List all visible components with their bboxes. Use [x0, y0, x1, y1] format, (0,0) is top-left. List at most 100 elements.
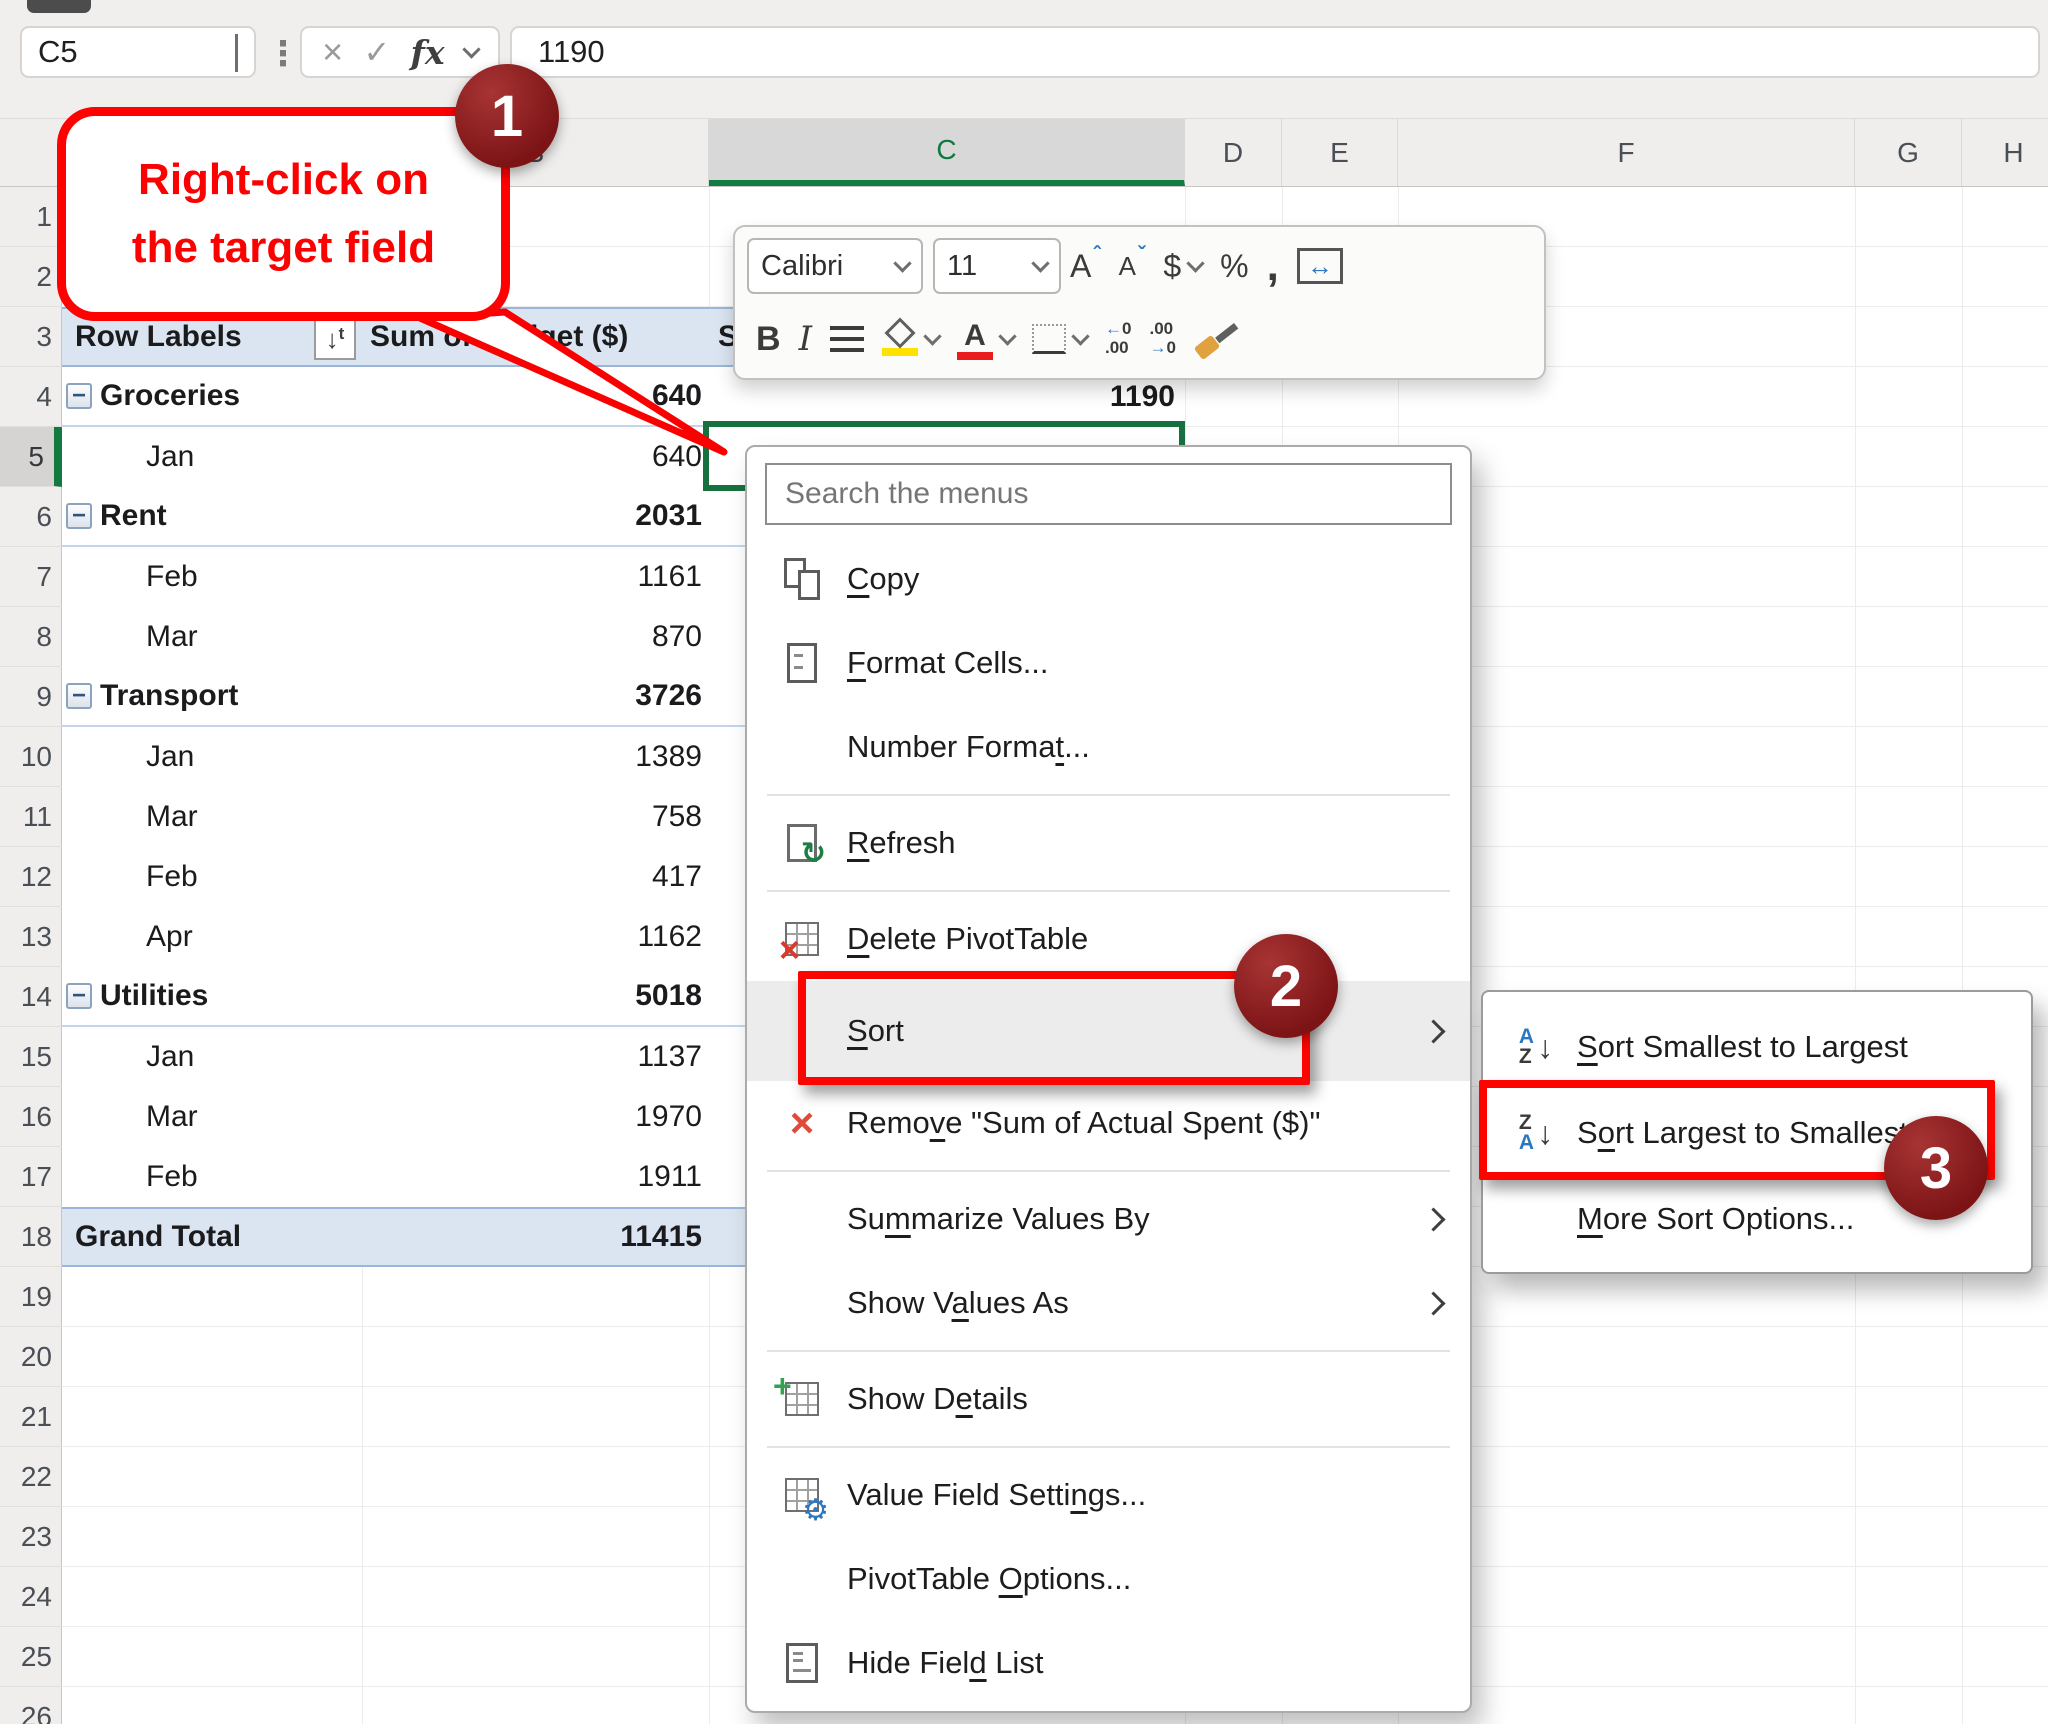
collapse-icon[interactable]: − — [66, 503, 92, 529]
column-header-G[interactable]: G — [1855, 119, 1962, 186]
menu-item-hide-field-list[interactable]: Hide Field List — [747, 1621, 1470, 1705]
row-header-25[interactable]: 25 — [0, 1627, 62, 1687]
column-header-D[interactable]: D — [1185, 119, 1282, 186]
collapse-icon[interactable]: − — [66, 983, 92, 1009]
row-label: Jan — [146, 740, 195, 773]
row-header-12[interactable]: 12 — [0, 847, 62, 907]
budget-value: 11415 — [620, 1220, 702, 1253]
chevron-down-icon[interactable] — [235, 34, 238, 72]
column-header-H[interactable]: H — [1962, 119, 2048, 186]
column-header-C[interactable]: C — [709, 119, 1185, 186]
borders-button[interactable] — [1023, 311, 1096, 367]
italic-button[interactable]: I — [790, 311, 821, 367]
row-header-8[interactable]: 8 — [0, 607, 62, 667]
menu-item-delete-pivottable[interactable]: × Delete PivotTable — [747, 897, 1470, 981]
row-label: Mar — [146, 800, 198, 833]
callout-line1: Right-click on — [138, 154, 429, 204]
menu-item-number-format[interactable]: Number Format... — [747, 705, 1470, 789]
alignment-button[interactable] — [821, 311, 873, 367]
copy-icon — [773, 558, 831, 600]
menu-item-format-cells[interactable]: Format Cells... — [747, 621, 1470, 705]
row-header-23[interactable]: 23 — [0, 1507, 62, 1567]
menu-item-label: Show Values As — [847, 1285, 1069, 1320]
menu-item-label: Value Field Settings... — [847, 1477, 1147, 1512]
budget-value: 1970 — [635, 1100, 702, 1133]
row-label: Jan — [146, 440, 195, 473]
menu-item-summarize-values-by[interactable]: Summarize Values By — [747, 1177, 1470, 1261]
row-header-26[interactable]: 26 — [0, 1687, 62, 1724]
chevron-down-icon — [893, 253, 912, 273]
row-header-19[interactable]: 19 — [0, 1267, 62, 1327]
menu-item-label: Delete PivotTable — [847, 921, 1089, 956]
enter-icon[interactable]: ✓ — [364, 33, 391, 71]
menu-item-label: Sort Smallest to Largest — [1577, 1029, 1908, 1064]
row-label: Transport — [100, 679, 239, 712]
insert-function-icon[interactable]: fx — [411, 33, 445, 72]
row-headers: 1 2 3 4 5 6 7 8 9 10 11 12 13 14 15 16 17 18 19 20 21 22 23 24 2… — [0, 187, 62, 1724]
decrease-font-size-button[interactable]: Aˇ — [1110, 238, 1155, 294]
menu-item-label: Show Details — [847, 1381, 1028, 1416]
budget-value: 2031 — [635, 499, 702, 532]
menu-item-copy[interactable]: Copy — [747, 537, 1470, 621]
row-header-5[interactable]: 5 — [0, 427, 62, 487]
menu-item-refresh[interactable]: ↻ Refresh — [747, 801, 1470, 885]
font-name-combo[interactable]: Calibri — [747, 238, 923, 294]
cancel-icon[interactable]: × — [322, 31, 343, 73]
row-header-13[interactable]: 13 — [0, 907, 62, 967]
row-header-17[interactable]: 17 — [0, 1147, 62, 1207]
row-header-22[interactable]: 22 — [0, 1447, 62, 1507]
fill-color-button[interactable] — [873, 311, 948, 367]
row-labels-filter-button[interactable]: ↓ t — [314, 318, 356, 360]
row-header-9[interactable]: 9 — [0, 667, 62, 727]
column-header-F[interactable]: F — [1398, 119, 1855, 186]
menu-item-show-details[interactable]: + Show Details — [747, 1357, 1470, 1441]
search-input[interactable] — [765, 463, 1452, 525]
row-header-6[interactable]: 6 — [0, 487, 62, 547]
increase-decimal-button[interactable]: .00 →0 — [1140, 311, 1184, 367]
percent-style-button[interactable]: % — [1211, 238, 1257, 294]
row-header-2[interactable]: 2 — [0, 247, 62, 307]
row-header-16[interactable]: 16 — [0, 1087, 62, 1147]
row-header-11[interactable]: 11 — [0, 787, 62, 847]
row-header-1[interactable]: 1 — [0, 187, 62, 247]
row-header-3[interactable]: 3 — [0, 307, 62, 367]
mini-toolbar: Calibri 11 Aˆ Aˇ $ % , ↔ B I A ←0 .00 .0… — [733, 225, 1546, 380]
name-box[interactable]: C5 — [20, 26, 256, 78]
row-header-14[interactable]: 14 — [0, 967, 62, 1027]
collapse-icon[interactable]: − — [66, 383, 92, 409]
row-header-7[interactable]: 7 — [0, 547, 62, 607]
row-header-4[interactable]: 4 — [0, 367, 62, 427]
row-header-21[interactable]: 21 — [0, 1387, 62, 1447]
merge-cells-button[interactable]: ↔ — [1288, 238, 1352, 294]
font-size-combo[interactable]: 11 — [933, 238, 1061, 294]
row-header-18[interactable]: 18 — [0, 1207, 62, 1267]
row-header-10[interactable]: 10 — [0, 727, 62, 787]
formula-bar-input[interactable]: 1190 — [510, 26, 2040, 78]
comma-style-button[interactable]: , — [1258, 238, 1288, 294]
font-color-button[interactable]: A — [948, 311, 1023, 367]
row-header-15[interactable]: 15 — [0, 1027, 62, 1087]
menu-item-show-values-as[interactable]: Show Values As — [747, 1261, 1470, 1345]
accounting-format-button[interactable]: $ — [1154, 238, 1211, 294]
menu-item-pivottable-options[interactable]: PivotTable Options... — [747, 1537, 1470, 1621]
menu-item-label: Summarize Values By — [847, 1201, 1150, 1236]
collapse-icon[interactable]: − — [66, 683, 92, 709]
tutorial-callout: Right-click on the target field — [57, 107, 510, 321]
row-header-20[interactable]: 20 — [0, 1327, 62, 1387]
row-header-24[interactable]: 24 — [0, 1567, 62, 1627]
decrease-decimal-button[interactable]: ←0.00 — [1096, 311, 1140, 367]
fill-color-icon — [882, 317, 918, 356]
row-label: Mar — [146, 1100, 198, 1133]
column-header-E[interactable]: E — [1282, 119, 1398, 186]
chevron-down-icon[interactable] — [462, 39, 481, 59]
menu-item-value-field-settings[interactable]: ⚙ Value Field Settings... — [747, 1453, 1470, 1537]
menu-item-remove-field[interactable]: × Remove "Sum of Actual Spent ($)" — [747, 1081, 1470, 1165]
step-3-badge: 3 — [1884, 1116, 1988, 1220]
budget-value: 5018 — [635, 979, 702, 1012]
format-painter-button[interactable] — [1185, 311, 1243, 367]
menu-item-label: More Sort Options... — [1577, 1201, 1855, 1236]
increase-font-size-button[interactable]: Aˆ — [1061, 238, 1110, 294]
budget-value: 758 — [651, 800, 702, 833]
menu-item-sort-smallest-to-largest[interactable]: A Z ↓ Sort Smallest to Largest — [1483, 1004, 2031, 1090]
bold-button[interactable]: B — [747, 311, 790, 367]
